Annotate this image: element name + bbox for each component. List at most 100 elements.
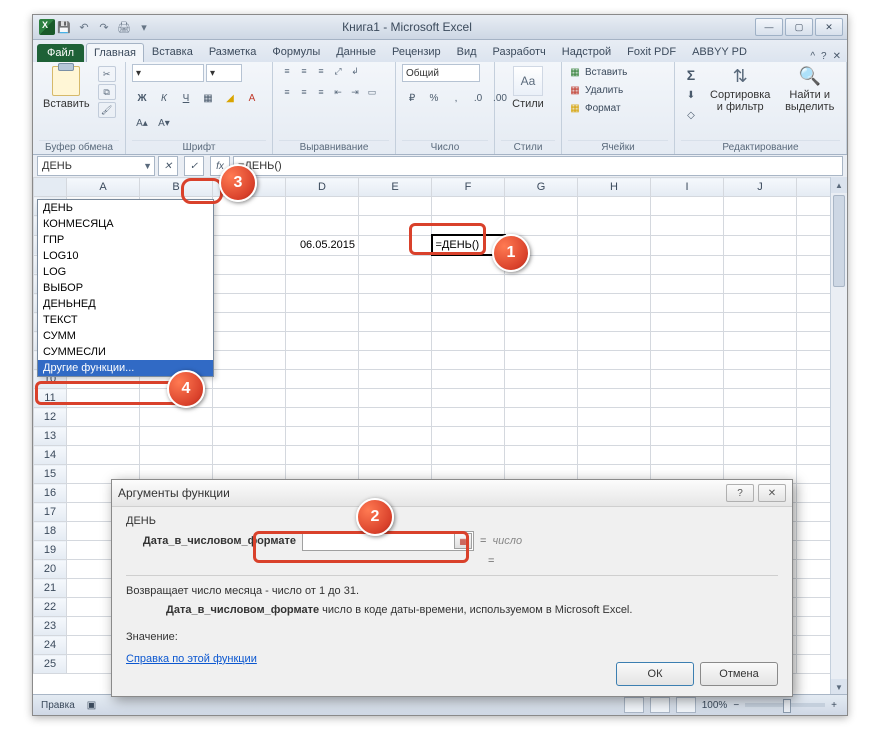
styles-button[interactable]: Aa Стили	[508, 64, 548, 112]
ok-button[interactable]: ОК	[616, 662, 694, 686]
col-header-f[interactable]: F	[432, 178, 505, 197]
decrease-indent-icon[interactable]: ⇤	[330, 85, 346, 99]
vertical-scrollbar[interactable]: ▲ ▼	[830, 177, 847, 695]
shrink-font-icon[interactable]: A▾	[154, 114, 174, 132]
maximize-button[interactable]: ▢	[785, 18, 813, 36]
save-icon[interactable]: 💾	[57, 20, 71, 34]
bold-button[interactable]: Ж	[132, 89, 152, 107]
underline-button[interactable]: Ч	[176, 89, 196, 107]
paste-button[interactable]: Вставить	[39, 64, 94, 112]
dialog-close-button[interactable]: ✕	[758, 484, 786, 502]
row-header[interactable]: 14	[34, 446, 67, 465]
func-item[interactable]: ДЕНЬ	[38, 200, 213, 216]
func-item[interactable]: СУММЕСЛИ	[38, 344, 213, 360]
row-header[interactable]: 23	[34, 617, 67, 636]
col-header-j[interactable]: J	[724, 178, 797, 197]
col-header-d[interactable]: D	[286, 178, 359, 197]
macro-record-icon[interactable]: ▣	[87, 700, 96, 711]
font-family-select[interactable]: ▾	[132, 64, 204, 82]
name-box-dropdown[interactable]: ДЕНЬ КОНМЕСЯЦА ГПР LOG10 LOG ВЫБОР ДЕНЬН…	[37, 199, 214, 377]
argument-input[interactable]: ▦	[302, 531, 474, 551]
func-item[interactable]: ВЫБОР	[38, 280, 213, 296]
tab-view[interactable]: Вид	[449, 42, 485, 62]
font-size-select[interactable]: ▾	[206, 64, 242, 82]
row-header[interactable]: 17	[34, 503, 67, 522]
chevron-down-icon[interactable]: ▾	[137, 20, 151, 34]
func-item[interactable]: ГПР	[38, 232, 213, 248]
delete-cells-button[interactable]: ▦Удалить	[568, 82, 623, 98]
row-header[interactable]: 16	[34, 484, 67, 503]
row-header[interactable]: 19	[34, 541, 67, 560]
copy-icon[interactable]: ⧉	[98, 84, 116, 100]
cut-icon[interactable]: ✂	[98, 66, 116, 82]
tab-layout[interactable]: Разметка	[201, 42, 265, 62]
col-header-b[interactable]: B	[140, 178, 213, 197]
row-header[interactable]: 20	[34, 560, 67, 579]
zoom-slider[interactable]	[745, 703, 825, 707]
align-left-icon[interactable]: ≡	[279, 85, 295, 99]
row-header[interactable]: 18	[34, 522, 67, 541]
format-cells-button[interactable]: ▦Формат	[568, 100, 621, 116]
row-header[interactable]: 25	[34, 655, 67, 674]
func-item-more[interactable]: Другие функции...	[38, 360, 213, 376]
view-layout-button[interactable]	[650, 697, 670, 713]
name-box-dropdown-icon[interactable]: ▼	[143, 161, 152, 171]
row-header[interactable]: 15	[34, 465, 67, 484]
tab-developer[interactable]: Разработч	[485, 42, 554, 62]
autosum-button[interactable]: Σ	[681, 66, 701, 84]
col-header-i[interactable]: I	[651, 178, 724, 197]
increase-indent-icon[interactable]: ⇥	[347, 85, 363, 99]
row-header[interactable]: 22	[34, 598, 67, 617]
print-icon[interactable]: 🖨	[117, 20, 131, 34]
scroll-up-icon[interactable]: ▲	[831, 177, 847, 193]
col-header-g[interactable]: G	[505, 178, 578, 197]
undo-icon[interactable]: ↶	[77, 20, 91, 34]
tab-foxit[interactable]: Foxit PDF	[619, 42, 684, 62]
redo-icon[interactable]: ↷	[97, 20, 111, 34]
font-color-button[interactable]: A	[242, 89, 262, 107]
file-tab[interactable]: Файл	[37, 44, 84, 62]
percent-icon[interactable]: %	[424, 89, 444, 107]
col-header-c[interactable]: C	[213, 178, 286, 197]
fill-button[interactable]: ⬇	[681, 86, 701, 104]
increase-decimal-icon[interactable]: .0	[468, 89, 488, 107]
name-box[interactable]: ДЕНЬ ▼	[37, 156, 155, 176]
border-button[interactable]: ▦	[198, 89, 218, 107]
orientation-icon[interactable]: ⤢	[330, 64, 346, 78]
scroll-down-icon[interactable]: ▼	[831, 679, 847, 695]
minimize-button[interactable]: —	[755, 18, 783, 36]
help-link[interactable]: Справка по этой функции	[126, 653, 257, 665]
cancel-button[interactable]: Отмена	[700, 662, 778, 686]
workbook-close-icon[interactable]: ✕	[833, 51, 841, 62]
ribbon-minimize-icon[interactable]: ^	[810, 51, 815, 62]
row-header[interactable]: 21	[34, 579, 67, 598]
func-item[interactable]: КОНМЕСЯЦА	[38, 216, 213, 232]
clear-button[interactable]: ◇	[681, 106, 701, 124]
align-bottom-icon[interactable]: ≡	[313, 64, 329, 78]
view-normal-button[interactable]	[624, 697, 644, 713]
italic-button[interactable]: К	[154, 89, 174, 107]
tab-formulas[interactable]: Формулы	[264, 42, 328, 62]
func-item[interactable]: СУММ	[38, 328, 213, 344]
insert-cells-button[interactable]: ▦Вставить	[568, 64, 627, 80]
scroll-thumb[interactable]	[833, 195, 845, 287]
merge-icon[interactable]: ▭	[364, 85, 380, 99]
cell-f3-active[interactable]: =ДЕНЬ()	[432, 235, 505, 255]
currency-icon[interactable]: ₽	[402, 89, 422, 107]
range-picker-icon[interactable]: ▦	[454, 533, 472, 549]
tab-abbyy[interactable]: ABBYY PD	[684, 42, 755, 62]
col-header-e[interactable]: E	[359, 178, 432, 197]
tab-review[interactable]: Рецензир	[384, 42, 449, 62]
row-header[interactable]: 12	[34, 408, 67, 427]
func-item[interactable]: ДЕНЬНЕД	[38, 296, 213, 312]
insert-function-button[interactable]: fx	[210, 156, 230, 176]
find-select-button[interactable]: 🔍 Найти и выделить	[779, 64, 840, 115]
align-right-icon[interactable]: ≡	[313, 85, 329, 99]
align-center-icon[interactable]: ≡	[296, 85, 312, 99]
number-format-select[interactable]: Общий	[402, 64, 480, 82]
zoom-out-button[interactable]: −	[733, 700, 739, 711]
close-button[interactable]: ✕	[815, 18, 843, 36]
row-header[interactable]: 24	[34, 636, 67, 655]
enter-formula-icon[interactable]: ✓	[184, 156, 204, 176]
tab-data[interactable]: Данные	[328, 42, 384, 62]
